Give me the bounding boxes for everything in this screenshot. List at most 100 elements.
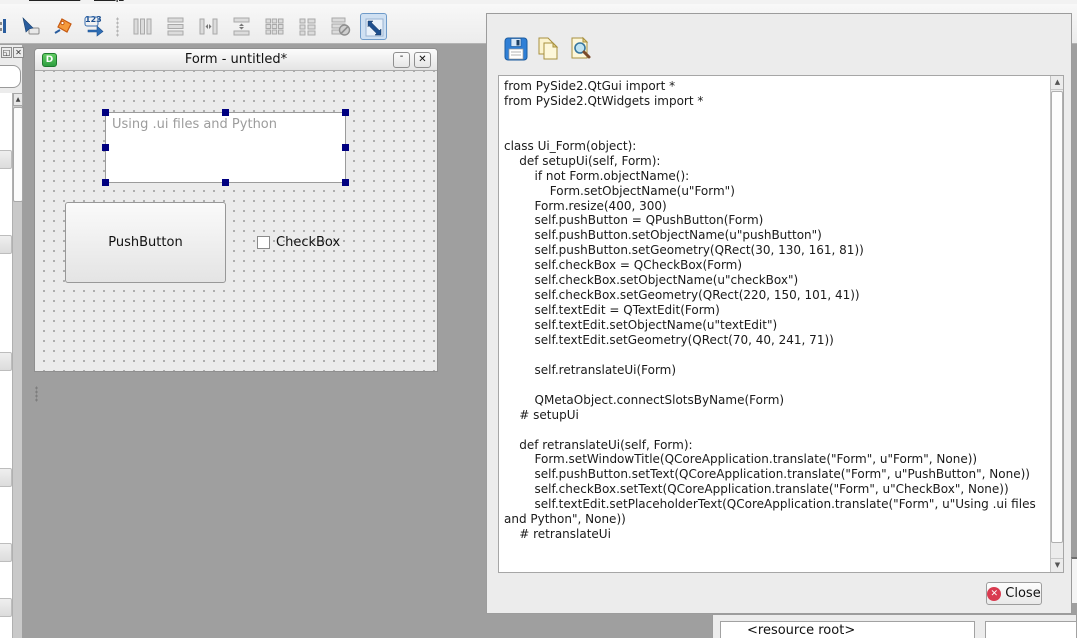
splitter-handle[interactable] bbox=[35, 386, 38, 402]
selection-handle[interactable] bbox=[342, 144, 349, 151]
widget-category-item[interactable] bbox=[0, 598, 12, 617]
selection-handle[interactable] bbox=[102, 179, 109, 186]
code-line: self.checkBox = QCheckBox(Form) bbox=[504, 258, 1047, 273]
code-line: QMetaObject.connectSlotsByName(Form) bbox=[504, 393, 1047, 408]
textedit-widget[interactable]: Using .ui files and Python bbox=[105, 112, 346, 183]
textedit-placeholder: Using .ui files and Python bbox=[112, 117, 277, 132]
scroll-down-icon[interactable]: ▼ bbox=[1051, 558, 1064, 572]
widget-box-list[interactable]: ▲ bbox=[0, 93, 22, 638]
toolbar-separator bbox=[116, 17, 119, 37]
widget-box-filter-input[interactable] bbox=[0, 65, 21, 88]
widget-category-item[interactable] bbox=[0, 543, 12, 562]
widget-box-scrollbar[interactable]: ▲ bbox=[12, 93, 22, 638]
checkbox-widget[interactable]: CheckBox bbox=[255, 222, 356, 263]
code-content: from PySide2.QtGui import *from PySide2.… bbox=[504, 79, 1047, 542]
form-editor-window: D Form - untitled* - ✕ Using .ui files a… bbox=[34, 48, 438, 372]
code-line: self.textEdit = QTextEdit(Form) bbox=[504, 303, 1047, 318]
code-line: def retranslateUi(self, Form): bbox=[504, 438, 1047, 453]
form-window-title: Form - untitled* bbox=[35, 52, 437, 67]
scroll-up-icon[interactable]: ▲ bbox=[1051, 76, 1064, 90]
scrollbar-thumb[interactable] bbox=[13, 107, 23, 202]
scroll-up-icon[interactable]: ▲ bbox=[13, 93, 23, 106]
save-icon bbox=[503, 36, 529, 62]
layout-form-icon bbox=[297, 16, 318, 37]
widget-category-item[interactable] bbox=[0, 468, 12, 487]
code-line: self.retranslateUi(Form) bbox=[504, 363, 1047, 378]
layout-vertical-icon[interactable] bbox=[162, 13, 189, 40]
edit-signals-slots-icon bbox=[20, 16, 41, 37]
close-x-icon: ✕ bbox=[987, 587, 1001, 601]
layout-grid-icon bbox=[264, 16, 285, 37]
selection-handle[interactable] bbox=[342, 109, 349, 116]
edit-tab-order-icon[interactable]: 123 bbox=[81, 13, 108, 40]
close-button-label: Close bbox=[1005, 586, 1040, 601]
layout-horizontal-icon[interactable] bbox=[129, 13, 156, 40]
save-button[interactable] bbox=[503, 36, 531, 64]
layout-vertical-icon bbox=[165, 16, 186, 37]
selection-handle[interactable] bbox=[222, 109, 229, 116]
code-line: from PySide2.QtGui import * bbox=[504, 79, 1047, 94]
selection-handle[interactable] bbox=[222, 179, 229, 186]
adjust-size-icon[interactable] bbox=[360, 13, 387, 40]
widget-category-item[interactable] bbox=[0, 352, 12, 371]
selection-handle[interactable] bbox=[102, 144, 109, 151]
layout-split-vertical-icon bbox=[231, 16, 252, 37]
resource-tree[interactable]: <resource root> bbox=[720, 621, 975, 638]
edit-buddies-icon[interactable] bbox=[50, 13, 77, 40]
layout-split-horizontal-icon[interactable] bbox=[195, 13, 222, 40]
code-line: from PySide2.QtWidgets import * bbox=[504, 94, 1047, 109]
close-button[interactable]: ✕ Close bbox=[986, 582, 1042, 605]
resource-detail-pane[interactable] bbox=[985, 621, 1077, 638]
code-line: Form.setObjectName(u"Form") bbox=[504, 184, 1047, 199]
layout-grid-icon[interactable] bbox=[261, 13, 288, 40]
checkbox-label: CheckBox bbox=[276, 235, 340, 250]
code-textarea[interactable]: from PySide2.QtGui import *from PySide2.… bbox=[498, 75, 1064, 573]
tab-order-arrow-icon bbox=[84, 16, 105, 37]
form-minimize-button[interactable]: - bbox=[393, 52, 410, 68]
form-close-button[interactable]: ✕ bbox=[414, 52, 431, 68]
checkbox-indicator[interactable] bbox=[257, 236, 270, 249]
resource-root-item[interactable]: <resource root> bbox=[747, 623, 855, 638]
buddy-tag-icon bbox=[53, 16, 74, 37]
scrollbar-thumb[interactable] bbox=[1051, 91, 1063, 543]
edit-signals-slots-icon[interactable] bbox=[17, 13, 44, 40]
code-line: self.pushButton = QPushButton(Form) bbox=[504, 213, 1047, 228]
widget-category-item[interactable] bbox=[0, 150, 12, 169]
copy-icon bbox=[535, 36, 561, 62]
selection-handle[interactable] bbox=[342, 179, 349, 186]
layout-horizontal-icon bbox=[132, 16, 153, 37]
copy-button[interactable] bbox=[535, 36, 563, 64]
code-line: if not Form.objectName(): bbox=[504, 169, 1047, 184]
layout-split-vertical-icon[interactable] bbox=[228, 13, 255, 40]
code-line: self.pushButton.setText(QCoreApplication… bbox=[504, 467, 1047, 482]
find-icon bbox=[567, 36, 593, 62]
form-canvas[interactable]: Using .ui files and Python PushButton Ch… bbox=[35, 71, 437, 371]
code-line: # setupUi bbox=[504, 408, 1047, 423]
code-line: self.checkBox.setGeometry(QRect(220, 150… bbox=[504, 288, 1047, 303]
resource-browser-panel: <resource root> bbox=[712, 614, 1077, 638]
code-line: self.checkBox.setObjectName(u"checkBox") bbox=[504, 273, 1047, 288]
qt-designer-window: Window Help 123 bbox=[0, 0, 1077, 638]
code-line: # retranslateUi bbox=[504, 527, 1047, 542]
code-line: Form.setWindowTitle(QCoreApplication.tra… bbox=[504, 452, 1047, 467]
code-line: self.textEdit.setGeometry(QRect(70, 40, … bbox=[504, 333, 1047, 348]
widget-box-close-icon[interactable]: ✕ bbox=[13, 47, 24, 58]
background-window-edge bbox=[1071, 557, 1077, 603]
code-line: Form.resize(400, 300) bbox=[504, 199, 1047, 214]
edit-widgets-icon[interactable] bbox=[0, 13, 13, 40]
form-titlebar[interactable]: D Form - untitled* - ✕ bbox=[35, 49, 437, 71]
break-layout-icon[interactable] bbox=[327, 13, 354, 40]
edit-widgets-icon bbox=[0, 16, 10, 37]
code-line: and Python", None)) bbox=[504, 512, 1047, 527]
find-button[interactable] bbox=[567, 36, 595, 64]
code-line: self.textEdit.setObjectName(u"textEdit") bbox=[504, 318, 1047, 333]
widget-box-float-icon[interactable]: ◱ bbox=[1, 47, 12, 58]
code-scrollbar[interactable]: ▲ ▼ bbox=[1050, 76, 1063, 572]
code-preview-dialog: from PySide2.QtGui import *from PySide2.… bbox=[486, 13, 1072, 614]
code-line: class Ui_Form(object): bbox=[504, 139, 1047, 154]
layout-form-icon[interactable] bbox=[294, 13, 321, 40]
selection-handle[interactable] bbox=[102, 109, 109, 116]
pushbutton-widget[interactable]: PushButton bbox=[65, 202, 226, 283]
code-line bbox=[504, 109, 1047, 124]
widget-category-item[interactable] bbox=[0, 235, 12, 254]
